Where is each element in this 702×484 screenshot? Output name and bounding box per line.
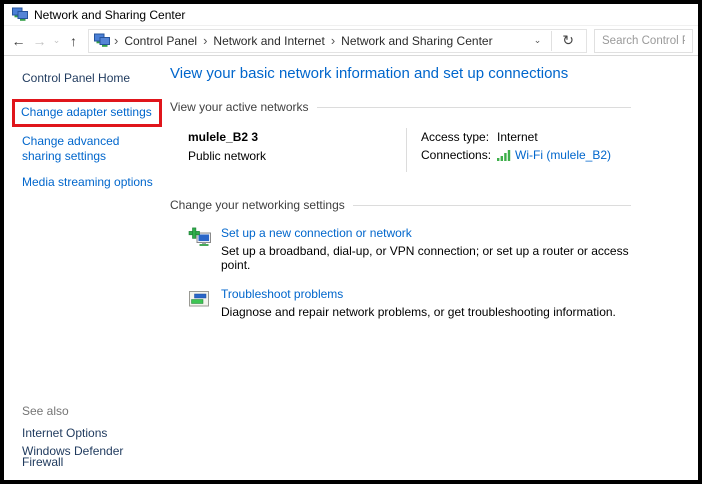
breadcrumb-chevron-icon: ›	[330, 33, 336, 48]
red-highlight-annotation: Change adapter settings	[12, 99, 162, 127]
connections-row: Connections: Wi-Fi (mulele_B2)	[421, 148, 611, 162]
wifi-connection-link[interactable]: Wi-Fi (mulele_B2)	[515, 148, 611, 162]
network-icon	[12, 7, 28, 21]
active-networks-label: View your active networks	[170, 100, 309, 114]
access-type-value: Internet	[497, 130, 538, 144]
sidebar: Control Panel Home Change adapter settin…	[4, 56, 166, 480]
page-title: View your basic network information and …	[170, 65, 569, 82]
forward-button[interactable]: →	[29, 29, 50, 53]
sidebar-item-media-streaming-options[interactable]: Media streaming options	[22, 175, 166, 190]
address-dropdown-chevron-icon[interactable]: ⌄	[524, 35, 552, 46]
task-set-up-new-connection: Set up a new connection or network Set u…	[188, 226, 631, 272]
back-button[interactable]: ←	[8, 29, 29, 53]
networking-settings-section-header: Change your networking settings	[170, 198, 631, 212]
set-up-new-connection-description: Set up a broadband, dial-up, or VPN conn…	[221, 244, 629, 272]
search-box	[594, 28, 693, 53]
troubleshoot-problems-link[interactable]: Troubleshoot problems	[221, 287, 616, 301]
task-troubleshoot-problems: Troubleshoot problems Diagnose and repai…	[188, 287, 631, 319]
main-content: View your basic network information and …	[166, 56, 698, 480]
breadcrumb-item-control-panel[interactable]: Control Panel	[122, 34, 199, 48]
task-text: Set up a new connection or network Set u…	[221, 226, 631, 272]
recent-pages-chevron-icon[interactable]: ⌄	[50, 29, 63, 53]
sidebar-item-change-advanced-sharing-settings[interactable]: Change advanced sharing settings	[22, 134, 140, 164]
wifi-signal-icon	[497, 149, 511, 161]
new-connection-icon	[188, 227, 211, 246]
network-identity: mulele_B2 3 Public network	[188, 128, 406, 172]
connections-label: Connections:	[421, 148, 492, 162]
network-sharing-center-window: Network and Sharing Center ← → ⌄ ↑ › Con…	[0, 0, 702, 484]
title-bar: Network and Sharing Center	[4, 4, 698, 26]
access-type-row: Access type: Internet	[421, 130, 611, 144]
section-divider	[352, 204, 631, 206]
sidebar-item-change-adapter-settings[interactable]: Change adapter settings	[21, 105, 152, 120]
see-also-section: See also Internet Options Windows Defend…	[22, 404, 166, 475]
troubleshoot-icon	[189, 291, 209, 307]
window-title: Network and Sharing Center	[34, 7, 186, 22]
network-name: mulele_B2 3	[188, 130, 259, 144]
address-bar[interactable]: › Control Panel › Network and Internet ›…	[88, 28, 587, 53]
task-text: Troubleshoot problems Diagnose and repai…	[221, 287, 616, 319]
section-divider	[316, 106, 631, 108]
breadcrumb-chevron-icon: ›	[203, 33, 208, 48]
refresh-icon[interactable]: ↻	[552, 32, 584, 49]
see-also-heading: See also	[22, 404, 69, 418]
set-up-new-connection-link[interactable]: Set up a new connection or network	[221, 226, 631, 240]
sidebar-item-control-panel-home[interactable]: Control Panel Home	[22, 71, 166, 85]
networking-settings-label: Change your networking settings	[170, 198, 345, 212]
breadcrumb-item-network-and-internet[interactable]: Network and Internet	[211, 34, 326, 48]
sidebar-item-internet-options[interactable]: Internet Options	[22, 427, 166, 439]
up-button[interactable]: ↑	[63, 29, 84, 53]
navigation-bar: ← → ⌄ ↑ › Control Panel › Network and In…	[4, 26, 698, 56]
troubleshoot-problems-description: Diagnose and repair network problems, or…	[221, 305, 616, 319]
sidebar-item-windows-defender-firewall[interactable]: Windows Defender Firewall	[22, 445, 166, 468]
active-networks-section-header: View your active networks	[170, 100, 631, 114]
breadcrumb-chevron-icon: ›	[114, 33, 119, 48]
window-body: Control Panel Home Change adapter settin…	[4, 56, 698, 480]
active-network-row: mulele_B2 3 Public network Access type: …	[188, 128, 631, 172]
network-icon	[94, 33, 110, 47]
breadcrumb-item-network-and-sharing-center[interactable]: Network and Sharing Center	[339, 34, 494, 48]
network-type: Public network	[188, 149, 267, 163]
access-type-label: Access type:	[421, 130, 490, 144]
search-input[interactable]	[595, 29, 692, 52]
network-details: Access type: Internet Connections: Wi-Fi…	[406, 128, 611, 172]
